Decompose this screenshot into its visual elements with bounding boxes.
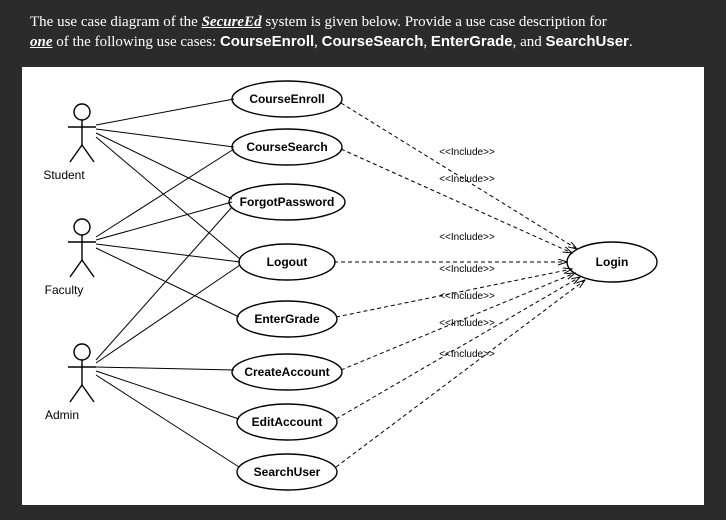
svg-text:Login: Login (596, 255, 629, 269)
usecase-forgotpassword: ForgotPassword (229, 184, 345, 220)
svg-text:EnterGrade: EnterGrade (254, 312, 320, 326)
usecase-createaccount: CreateAccount (232, 354, 342, 390)
assoc-student-forgotpassword (96, 133, 232, 199)
usecase-entergrade: EnterGrade (237, 301, 337, 337)
prompt-mid: system is given below. Provide a use cas… (262, 14, 607, 30)
assoc-faculty-coursesearch (96, 149, 234, 237)
usecase-login: Login (567, 242, 657, 282)
svg-text:EditAccount: EditAccount (252, 415, 323, 429)
prompt-sep1: , (314, 34, 322, 50)
prompt-system: SecureEd (202, 14, 262, 30)
assoc-faculty-entergrade (96, 248, 239, 317)
include-label-1: <<Include>> (439, 147, 495, 158)
include-label-2: <<Include>> (439, 174, 495, 185)
actor-student-label: Student (43, 168, 85, 182)
assoc-admin-searchuser (96, 375, 239, 467)
prompt-dot: . (629, 34, 633, 50)
svg-text:Logout: Logout (267, 255, 308, 269)
svg-text:CreateAccount: CreateAccount (244, 365, 329, 379)
prompt-post: of the following use cases: (53, 34, 220, 50)
assoc-admin-editaccount (96, 371, 239, 419)
include-label-7: <<Include>> (439, 349, 495, 360)
prompt-uc4: SearchUser (546, 33, 629, 50)
prompt-one: one (30, 34, 53, 50)
usecase-coursesearch: CourseSearch (232, 129, 342, 165)
assoc-faculty-logout (96, 244, 240, 262)
usecase-diagram: Student Faculty Admin CourseEnroll Cours… (22, 67, 704, 505)
svg-text:SearchUser: SearchUser (254, 465, 321, 479)
question-prompt: The use case diagram of the SecureEd sys… (0, 0, 726, 61)
prompt-uc2: CourseSearch (322, 33, 424, 50)
prompt-uc3: EnterGrade (431, 33, 513, 50)
assoc-admin-createaccount (96, 367, 234, 370)
prompt-pre: The use case diagram of the (30, 14, 202, 30)
include-label-5: <<Include>> (439, 291, 495, 302)
include-searchuser-login (336, 280, 585, 467)
actor-admin-label: Admin (45, 408, 79, 422)
actor-faculty-label: Faculty (45, 283, 84, 297)
assoc-student-courseenroll (96, 99, 234, 125)
include-label-3: <<Include>> (439, 232, 495, 243)
usecase-logout: Logout (239, 244, 335, 280)
assoc-admin-forgotpassword (96, 207, 232, 360)
actor-student: Student (43, 104, 96, 182)
usecase-searchuser: SearchUser (237, 454, 337, 490)
assoc-student-coursesearch (96, 129, 234, 147)
svg-text:CourseSearch: CourseSearch (246, 140, 327, 154)
prompt-uc1: CourseEnroll (220, 33, 314, 50)
usecase-courseenroll: CourseEnroll (232, 81, 342, 117)
actor-faculty: Faculty (45, 219, 96, 297)
svg-text:CourseEnroll: CourseEnroll (249, 92, 324, 106)
prompt-and: , and (513, 34, 546, 50)
include-label-4: <<Include>> (439, 264, 495, 275)
assoc-student-logout (96, 137, 240, 259)
usecase-editaccount: EditAccount (237, 404, 337, 440)
prompt-sep2: , (423, 34, 431, 50)
include-label-6: <<Include>> (439, 318, 495, 329)
actor-admin: Admin (45, 344, 96, 422)
svg-text:ForgotPassword: ForgotPassword (240, 195, 335, 209)
